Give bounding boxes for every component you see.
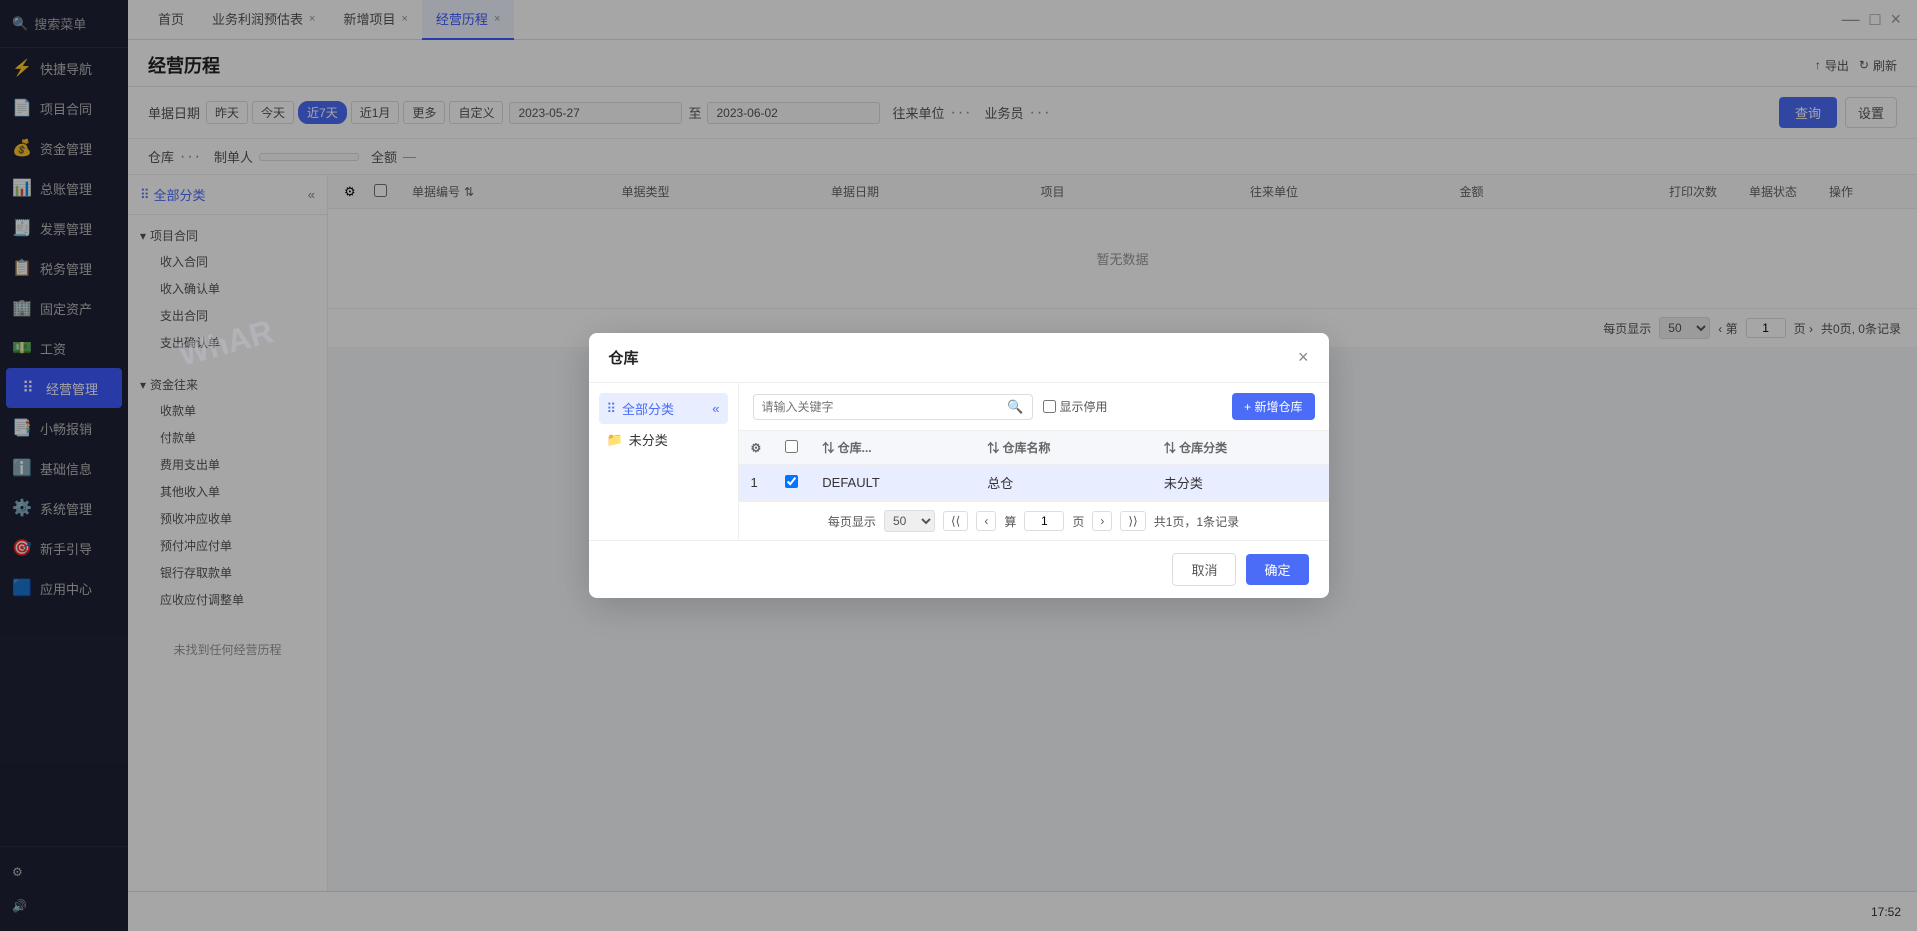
dialog: 仓库 × ⠿ 全部分类 « 📁 未分类 [589, 333, 1329, 598]
dialog-search-box: 🔍 [753, 394, 1033, 420]
show-disabled-label[interactable]: 显示停用 [1043, 398, 1108, 415]
row-checkbox[interactable] [785, 475, 798, 488]
dialog-search-input[interactable] [762, 400, 1002, 414]
dialog-select-all[interactable] [785, 440, 798, 453]
dialog-prev-page-btn[interactable]: ‹ [976, 511, 996, 531]
th-code: ⇅ 仓库... [810, 431, 975, 465]
row-checkbox-cell [773, 465, 810, 501]
dialog-tree: ⠿ 全部分类 « 📁 未分类 [589, 383, 739, 540]
th-checkbox [773, 431, 810, 465]
dialog-page-suffix: 页 [1072, 513, 1084, 530]
dialog-page-word: 算 [1004, 513, 1016, 530]
dialog-pagination: 每页显示 50 100 ⟨⟨ ‹ 算 页 › ⟩⟩ 共1页，1条记录 [739, 501, 1329, 540]
dialog-toolbar: 🔍 显示停用 + 新增仓库 [739, 383, 1329, 431]
th-name: ⇅ 仓库名称 [975, 431, 1152, 465]
dialog-tree-all[interactable]: ⠿ 全部分类 « [599, 393, 728, 424]
dialog-first-page-btn[interactable]: ⟨⟨ [943, 511, 968, 531]
dialog-tree-uncategorized[interactable]: 📁 未分类 [599, 424, 728, 455]
row-name: 总仓 [975, 465, 1152, 501]
dialog-page-input[interactable] [1024, 511, 1064, 531]
dialog-per-page-select[interactable]: 50 100 [884, 510, 935, 532]
dialog-footer: 取消 确定 [589, 540, 1329, 598]
sort-icon2: ⇅ [987, 441, 999, 455]
dialog-table: ⚙ ⇅ 仓库... ⇅ [739, 431, 1329, 501]
dialog-last-page-btn[interactable]: ⟩⟩ [1120, 511, 1145, 531]
sort-icon3: ⇅ [1164, 441, 1176, 455]
row-num: 1 [739, 465, 774, 501]
dialog-right: 🔍 显示停用 + 新增仓库 ⚙ [739, 383, 1329, 540]
folder-icon: 📁 [607, 432, 623, 448]
dialog-tree-collapse-icon[interactable]: « [712, 401, 719, 416]
dialog-header: 仓库 × [589, 333, 1329, 383]
overlay: 仓库 × ⠿ 全部分类 « 📁 未分类 [0, 0, 1917, 931]
grid-icon2: ⠿ [607, 401, 617, 417]
settings-icon2[interactable]: ⚙ [751, 441, 762, 455]
warehouse-table: ⚙ ⇅ 仓库... ⇅ [739, 431, 1329, 501]
confirm-btn[interactable]: 确定 [1246, 554, 1308, 585]
search-icon2[interactable]: 🔍 [1007, 399, 1023, 415]
warehouse-table-body: 1 DEFAULT 总仓 未分类 [739, 465, 1329, 501]
table-header: ⚙ ⇅ 仓库... ⇅ [739, 431, 1329, 465]
dialog-tree-all-label: 全部分类 [622, 399, 674, 418]
dialog-title: 仓库 [609, 347, 639, 368]
th-settings: ⚙ [739, 431, 774, 465]
show-disabled-checkbox[interactable] [1043, 400, 1056, 413]
dialog-next-page-btn[interactable]: › [1092, 511, 1112, 531]
dialog-tree-uncategorized-label: 未分类 [629, 430, 668, 449]
dialog-per-page-label: 每页显示 [828, 513, 876, 530]
dialog-total-info: 共1页，1条记录 [1154, 513, 1239, 530]
show-disabled-text: 显示停用 [1060, 398, 1108, 415]
sort-asc-icon: ⇅ [822, 441, 834, 455]
dialog-close-btn[interactable]: × [1298, 347, 1309, 368]
th-category: ⇅ 仓库分类 [1152, 431, 1329, 465]
dialog-body: ⠿ 全部分类 « 📁 未分类 🔍 [589, 383, 1329, 540]
table-row[interactable]: 1 DEFAULT 总仓 未分类 [739, 465, 1329, 501]
row-code: DEFAULT [810, 465, 975, 501]
cancel-btn[interactable]: 取消 [1172, 553, 1236, 586]
add-warehouse-btn[interactable]: + 新增仓库 [1232, 393, 1314, 420]
row-category: 未分类 [1152, 465, 1329, 501]
